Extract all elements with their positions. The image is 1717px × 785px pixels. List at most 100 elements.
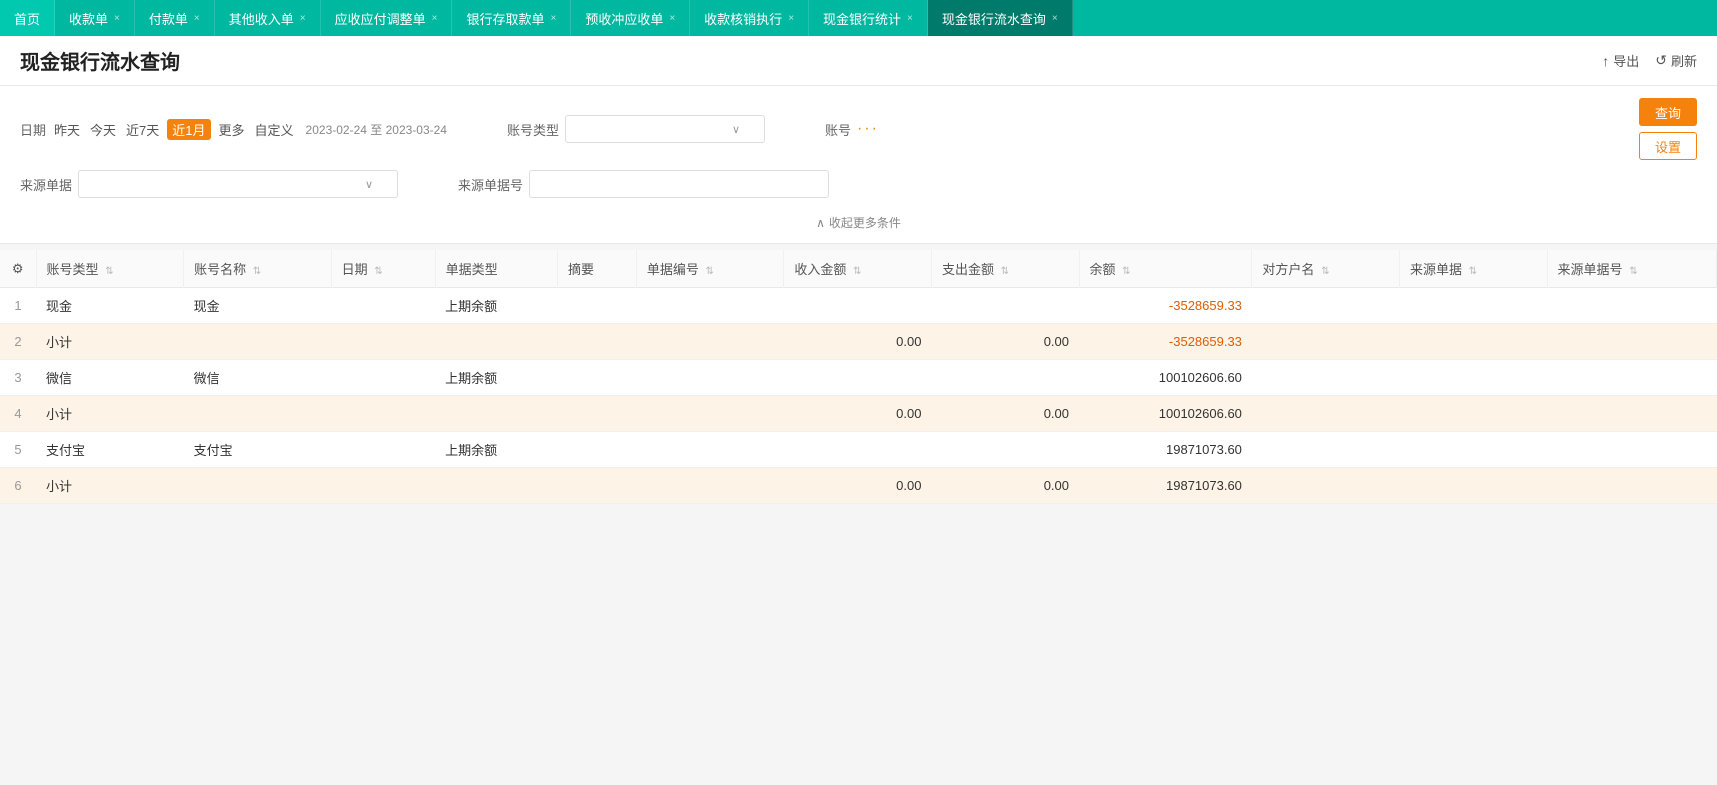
cell-summary — [558, 396, 637, 432]
col-label-expense: 支出金额 — [942, 262, 994, 277]
source-doc-no-filter: 来源单据号 — [458, 170, 829, 198]
sort-icon-source-doc: ⇅ — [1469, 266, 1477, 277]
source-doc-select[interactable]: ∨ — [78, 170, 398, 198]
col-header-doc-type[interactable]: 单据类型 — [435, 250, 557, 288]
nav-tab-home[interactable]: 首页 — [0, 0, 55, 36]
table-row[interactable]: 4 小计 0.00 0.00 100102606.60 — [0, 396, 1717, 432]
bank-deposit-tab-close[interactable]: × — [550, 13, 556, 24]
source-doc-no-input[interactable] — [529, 170, 829, 198]
date-opt-yesterday[interactable]: 昨天 — [52, 119, 82, 140]
account-type-filter: 账号类型 ∨ — [507, 115, 765, 143]
cell-balance: -3528659.33 — [1079, 288, 1252, 324]
cell-account-type: 微信 — [36, 360, 184, 396]
nav-tab-bank-deposit[interactable]: 银行存取款单 × — [452, 0, 571, 36]
receipt-tab-label: 收款单 — [69, 9, 108, 28]
nav-tab-receipt[interactable]: 收款单 × — [55, 0, 135, 36]
cell-doc-type: 上期余额 — [435, 432, 557, 468]
other-income-tab-close[interactable]: × — [300, 13, 306, 24]
filter-row-2: 来源单据 ∨ 来源单据号 — [20, 170, 1697, 198]
refresh-button[interactable]: ↺ 刷新 — [1655, 51, 1697, 70]
row-num: 1 — [0, 288, 36, 324]
col-header-date[interactable]: 日期 ⇅ — [331, 250, 435, 288]
col-header-source-doc[interactable]: 来源单据 ⇅ — [1399, 250, 1547, 288]
table-row[interactable]: 3 微信 微信 上期余额 100102606.60 — [0, 360, 1717, 396]
cell-expense — [931, 288, 1079, 324]
col-header-account-type[interactable]: 账号类型 ⇅ — [36, 250, 184, 288]
cell-expense — [931, 360, 1079, 396]
cash-flow-query-tab-label: 现金银行流水查询 — [942, 9, 1046, 28]
col-header-income[interactable]: 收入金额 ⇅ — [784, 250, 932, 288]
cash-stats-tab-close[interactable]: × — [907, 13, 913, 24]
col-header-source-doc-no[interactable]: 来源单据号 ⇅ — [1547, 250, 1716, 288]
cell-account-type: 小计 — [36, 468, 184, 504]
ar-ap-adjust-tab-close[interactable]: × — [432, 13, 438, 24]
account-type-select[interactable]: ∨ — [565, 115, 765, 143]
nav-tab-prepay[interactable]: 预收冲应收单 × — [571, 0, 690, 36]
col-header-summary[interactable]: 摘要 — [558, 250, 637, 288]
col-header-account-name[interactable]: 账号名称 ⇅ — [184, 250, 332, 288]
row-num: 3 — [0, 360, 36, 396]
cell-income: 0.00 — [784, 396, 932, 432]
page-title: 现金银行流水查询 — [20, 46, 180, 75]
col-label-balance: 余额 — [1090, 262, 1116, 277]
table-header-row: ⚙ 账号类型 ⇅ 账号名称 ⇅ 日期 ⇅ 单据类型 摘要 — [0, 250, 1717, 288]
col-header-expense[interactable]: 支出金额 ⇅ — [931, 250, 1079, 288]
nav-tab-cash-stats[interactable]: 现金银行统计 × — [809, 0, 928, 36]
cell-date — [331, 432, 435, 468]
cell-source-doc — [1399, 360, 1547, 396]
query-button[interactable]: 查询 — [1639, 98, 1697, 126]
cell-summary — [558, 468, 637, 504]
receipt-verify-tab-close[interactable]: × — [788, 13, 794, 24]
gear-col-header[interactable]: ⚙ — [0, 250, 36, 288]
cell-source-doc — [1399, 396, 1547, 432]
col-label-doc-no: 单据编号 — [647, 262, 699, 277]
date-opt-1month[interactable]: 近1月 — [167, 119, 210, 140]
nav-tab-receipt-verify[interactable]: 收款核销执行 × — [690, 0, 809, 36]
nav-tab-cash-flow-query[interactable]: 现金银行流水查询 × — [928, 0, 1073, 36]
cell-account-type: 支付宝 — [36, 432, 184, 468]
date-opt-custom[interactable]: 自定义 — [253, 119, 296, 140]
receipt-tab-close[interactable]: × — [114, 13, 120, 24]
nav-tab-other-income[interactable]: 其他收入单 × — [215, 0, 321, 36]
cell-doc-no — [636, 324, 784, 360]
table-body: 1 现金 现金 上期余额 -3528659.33 2 小计 0.00 0.00 … — [0, 288, 1717, 504]
date-opt-more[interactable]: 更多 — [217, 119, 247, 140]
export-icon: ↑ — [1602, 53, 1609, 69]
top-nav: 首页 收款单 × 付款单 × 其他收入单 × 应收应付调整单 × 银行存取款单 … — [0, 0, 1717, 36]
col-label-source-doc: 来源单据 — [1410, 262, 1462, 277]
date-filter: 日期 昨天 今天 近7天 近1月 更多 自定义 2023-02-24 至 202… — [20, 119, 447, 140]
setting-button[interactable]: 设置 — [1639, 132, 1697, 160]
export-button[interactable]: ↑ 导出 — [1602, 51, 1639, 70]
cell-doc-type — [435, 324, 557, 360]
filter-area: 日期 昨天 今天 近7天 近1月 更多 自定义 2023-02-24 至 202… — [0, 86, 1717, 244]
date-opt-7days[interactable]: 近7天 — [124, 119, 161, 140]
nav-tab-ar-ap-adjust[interactable]: 应收应付调整单 × — [321, 0, 453, 36]
col-header-doc-no[interactable]: 单据编号 ⇅ — [636, 250, 784, 288]
cash-flow-query-tab-close[interactable]: × — [1052, 13, 1058, 24]
col-header-balance[interactable]: 余额 ⇅ — [1079, 250, 1252, 288]
account-filter: 账号 ··· — [825, 120, 879, 139]
receipt-verify-tab-label: 收款核销执行 — [704, 9, 782, 28]
right-btns: 查询 设置 — [1639, 98, 1697, 160]
collapse-bar[interactable]: ∧ 收起更多条件 — [20, 208, 1697, 235]
nav-tab-payment[interactable]: 付款单 × — [135, 0, 215, 36]
col-label-income: 收入金额 — [794, 262, 846, 277]
cell-date — [331, 360, 435, 396]
collapse-text: 收起更多条件 — [829, 214, 901, 231]
cell-doc-no — [636, 468, 784, 504]
col-label-source-doc-no: 来源单据号 — [1558, 262, 1623, 277]
account-ellipsis[interactable]: ··· — [857, 120, 879, 138]
cell-counterparty — [1252, 396, 1400, 432]
table-row[interactable]: 1 现金 现金 上期余额 -3528659.33 — [0, 288, 1717, 324]
col-label-account-type: 账号类型 — [47, 262, 99, 277]
payment-tab-close[interactable]: × — [194, 13, 200, 24]
col-header-counterparty[interactable]: 对方户名 ⇅ — [1252, 250, 1400, 288]
table-row[interactable]: 2 小计 0.00 0.00 -3528659.33 — [0, 324, 1717, 360]
prepay-tab-label: 预收冲应收单 — [585, 9, 663, 28]
table-row[interactable]: 5 支付宝 支付宝 上期余额 19871073.60 — [0, 432, 1717, 468]
cell-date — [331, 396, 435, 432]
prepay-tab-close[interactable]: × — [669, 13, 675, 24]
table-row[interactable]: 6 小计 0.00 0.00 19871073.60 — [0, 468, 1717, 504]
date-label: 日期 — [20, 120, 46, 139]
date-opt-today[interactable]: 今天 — [88, 119, 118, 140]
